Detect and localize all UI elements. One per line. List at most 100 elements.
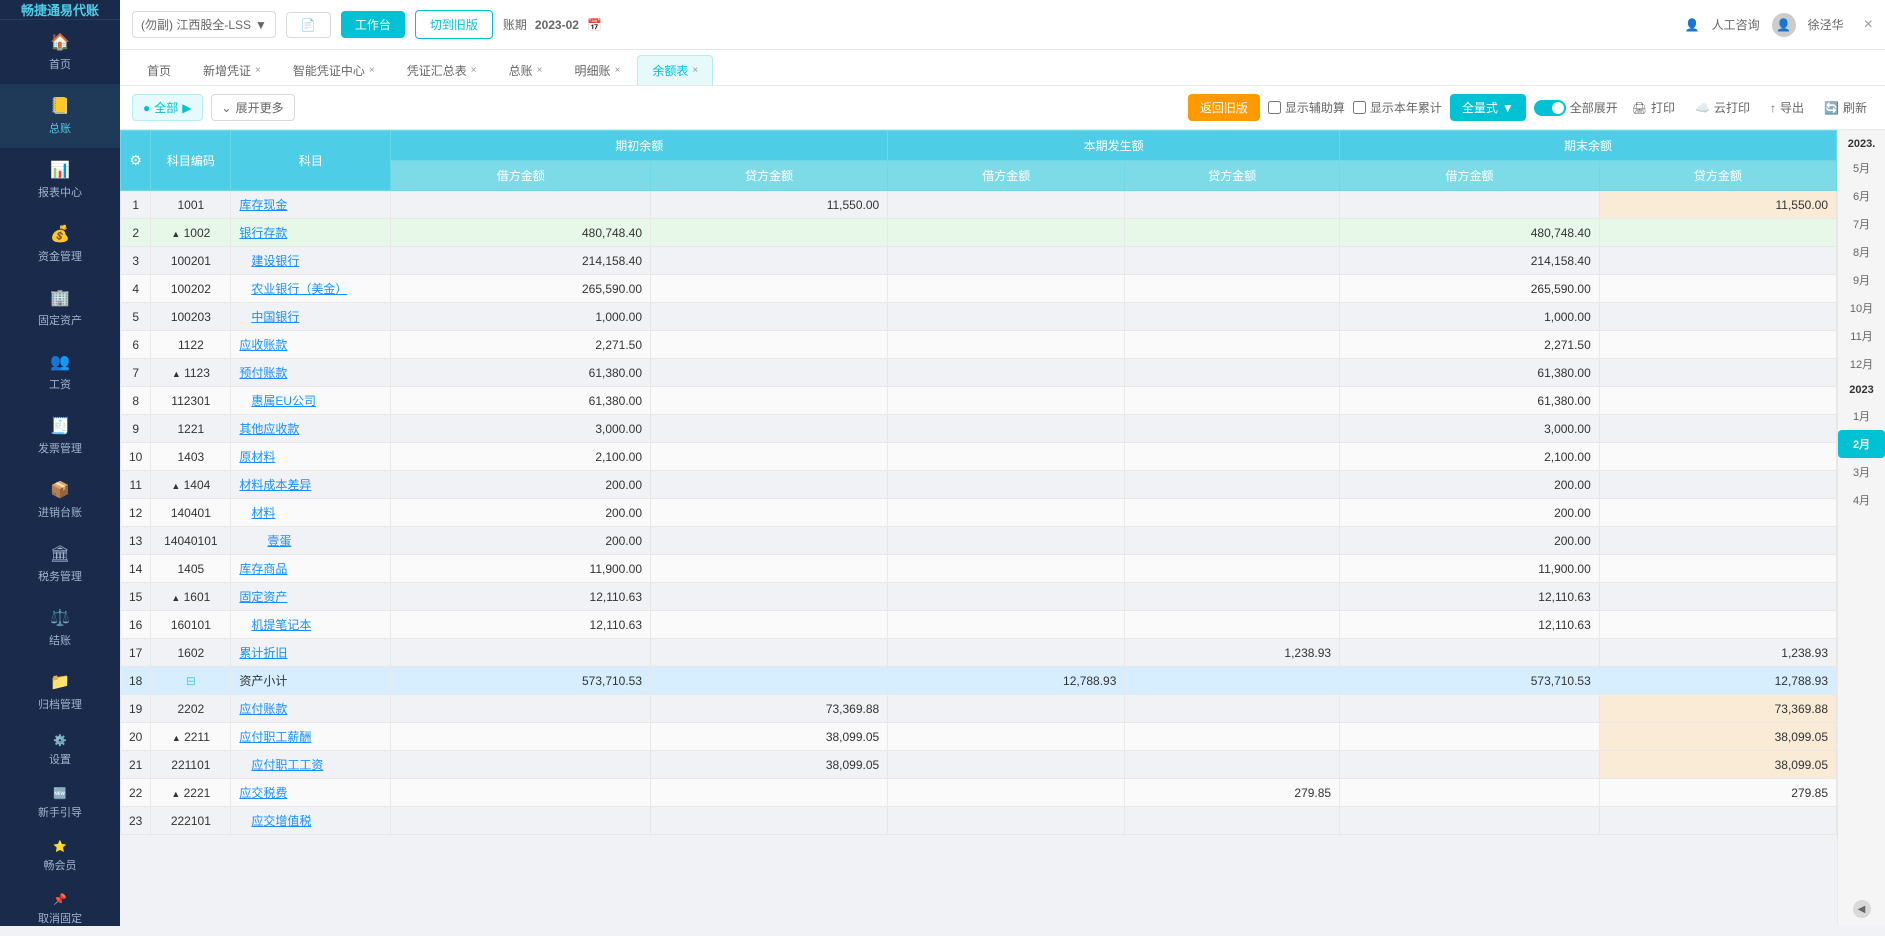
subject-link[interactable]: 应收账款 bbox=[239, 338, 287, 352]
row-name[interactable]: 农业银行（美金） bbox=[231, 275, 391, 303]
sidebar-item-invoices[interactable]: 🧾 发票管理 bbox=[0, 404, 120, 468]
tab-detail[interactable]: 明细账× bbox=[559, 55, 635, 85]
subject-link[interactable]: 机提笔记本 bbox=[251, 618, 311, 632]
tab-close-ledger[interactable]: × bbox=[537, 65, 543, 76]
row-name[interactable]: 库存商品 bbox=[231, 555, 391, 583]
doc-button[interactable]: 📄 bbox=[286, 12, 331, 38]
tab-smart-verify[interactable]: 智能凭证中心× bbox=[278, 55, 390, 85]
right-month-4[interactable]: 4月 bbox=[1838, 486, 1885, 514]
subject-link[interactable]: 库存现金 bbox=[239, 198, 287, 212]
row-name[interactable]: 应交增值税 bbox=[231, 807, 391, 835]
row-name[interactable]: 材料 bbox=[231, 499, 391, 527]
sidebar-item-purchase[interactable]: 📦 进销台账 bbox=[0, 468, 120, 532]
subject-link[interactable]: 应交增值税 bbox=[251, 814, 311, 828]
tab-close-balance[interactable]: × bbox=[692, 65, 698, 76]
row-name[interactable]: 应付职工工资 bbox=[231, 751, 391, 779]
row-name[interactable]: 应交税费 bbox=[231, 779, 391, 807]
export-action[interactable]: ↑ 导出 bbox=[1764, 99, 1810, 116]
cloud-print-action[interactable]: ☁️ 云打印 bbox=[1689, 99, 1756, 116]
row-name[interactable]: 固定资产 bbox=[231, 583, 391, 611]
row-name[interactable]: 库存现金 bbox=[231, 191, 391, 219]
row-name[interactable]: 预付账款 bbox=[231, 359, 391, 387]
sidebar-item-guide[interactable]: 🆕 新手引导 bbox=[0, 777, 120, 830]
tab-close-voucher-summary[interactable]: × bbox=[471, 65, 477, 76]
subject-link[interactable]: 库存商品 bbox=[239, 562, 287, 576]
tab-balance[interactable]: 余额表× bbox=[637, 55, 713, 85]
row-name[interactable]: 应付职工薪酬 bbox=[231, 723, 391, 751]
sidebar-item-reports[interactable]: 📊 报表中心 bbox=[0, 148, 120, 212]
show-aux-checkbox[interactable]: 显示辅助算 bbox=[1268, 99, 1345, 116]
right-month-2[interactable]: 2月 bbox=[1838, 430, 1885, 458]
subject-link[interactable]: 固定资产 bbox=[239, 590, 287, 604]
tab-ledger[interactable]: 总账× bbox=[494, 55, 558, 85]
right-month-11[interactable]: 11月 bbox=[1838, 322, 1885, 350]
subject-link[interactable]: 建设银行 bbox=[251, 254, 299, 268]
sidebar-item-ledger[interactable]: 📒 总账 bbox=[0, 84, 120, 148]
gear-header[interactable]: ⚙ bbox=[121, 131, 151, 191]
sidebar-item-home[interactable]: 🏠 首页 bbox=[0, 20, 120, 84]
tab-new-voucher[interactable]: 新增凭证× bbox=[188, 55, 276, 85]
row-name[interactable]: 机提笔记本 bbox=[231, 611, 391, 639]
expand-more-btn[interactable]: ⌄ 展开更多 bbox=[211, 94, 295, 121]
refresh-action[interactable]: 🔄 刷新 bbox=[1818, 99, 1873, 116]
sidebar-item-unpin[interactable]: 📌 取消固定 bbox=[0, 883, 120, 936]
subject-link[interactable]: 预付账款 bbox=[239, 366, 287, 380]
row-name[interactable]: 壹蛋 bbox=[231, 527, 391, 555]
row-name[interactable]: 应付账款 bbox=[231, 695, 391, 723]
subject-link[interactable]: 农业银行（美金） bbox=[251, 282, 347, 296]
sidebar-item-member[interactable]: ⭐ 畅会员 bbox=[0, 830, 120, 883]
tab-home[interactable]: 首页 bbox=[132, 55, 186, 85]
subject-link[interactable]: 其他应收款 bbox=[239, 422, 299, 436]
table-scroll[interactable]: ⚙ 科目编码 科目 期初余额 本期发生额 期末余额 借方金额 贷方金额 借方金额… bbox=[120, 130, 1837, 926]
row-name[interactable]: 建设银行 bbox=[231, 247, 391, 275]
tab-close-new-voucher[interactable]: × bbox=[255, 65, 261, 76]
subject-link[interactable]: 材料成本差异 bbox=[239, 478, 311, 492]
show-aux-input[interactable] bbox=[1268, 101, 1281, 114]
subject-link[interactable]: 原材料 bbox=[239, 450, 275, 464]
right-month-12[interactable]: 12月 bbox=[1838, 350, 1885, 378]
subject-link[interactable]: 累计折旧 bbox=[239, 646, 287, 660]
topbar-close[interactable]: × bbox=[1864, 16, 1873, 34]
sidebar-item-payroll[interactable]: 👥 工资 bbox=[0, 340, 120, 404]
row-name[interactable]: 银行存款 bbox=[231, 219, 391, 247]
subject-link[interactable]: 应交税费 bbox=[239, 786, 287, 800]
filter-all-btn[interactable]: ● 全部 ▶ bbox=[132, 94, 203, 121]
right-month-7[interactable]: 7月 bbox=[1838, 210, 1885, 238]
switch-old-button[interactable]: 切到旧版 bbox=[415, 10, 493, 39]
row-name[interactable]: 惠属EU公司 bbox=[231, 387, 391, 415]
subject-link[interactable]: 银行存款 bbox=[239, 226, 287, 240]
sidebar-item-settlement[interactable]: ⚖️ 结账 bbox=[0, 596, 120, 660]
right-panel-close-btn[interactable]: ◀ bbox=[1853, 900, 1871, 918]
row-name[interactable]: 中国银行 bbox=[231, 303, 391, 331]
show-ytd-input[interactable] bbox=[1353, 101, 1366, 114]
tab-close-detail[interactable]: × bbox=[614, 65, 620, 76]
right-month-1[interactable]: 1月 bbox=[1838, 402, 1885, 430]
back-old-btn[interactable]: 返回旧版 bbox=[1188, 94, 1260, 121]
sidebar-item-settings[interactable]: ⚙️ 设置 bbox=[0, 724, 120, 777]
show-ytd-checkbox[interactable]: 显示本年累计 bbox=[1353, 99, 1442, 116]
row-name[interactable]: 累计折旧 bbox=[231, 639, 391, 667]
subject-link[interactable]: 壹蛋 bbox=[267, 534, 291, 548]
row-name[interactable]: 材料成本差异 bbox=[231, 471, 391, 499]
calendar-icon[interactable]: 📅 bbox=[587, 18, 602, 32]
sidebar-item-archive[interactable]: 📁 归档管理 bbox=[0, 660, 120, 724]
print-action[interactable]: 🖨 打印 bbox=[1626, 99, 1681, 116]
subject-link[interactable]: 中国银行 bbox=[251, 310, 299, 324]
expand-all-toggle[interactable]: 全部展开 bbox=[1534, 99, 1618, 116]
subject-link[interactable]: 惠属EU公司 bbox=[251, 394, 316, 408]
right-month-10[interactable]: 10月 bbox=[1838, 294, 1885, 322]
right-month-6[interactable]: 6月 bbox=[1838, 182, 1885, 210]
subject-link[interactable]: 应付账款 bbox=[239, 702, 287, 716]
right-month-9[interactable]: 9月 bbox=[1838, 266, 1885, 294]
subject-link[interactable]: 应付职工工资 bbox=[251, 758, 323, 772]
right-month-3[interactable]: 3月 bbox=[1838, 458, 1885, 486]
subject-link[interactable]: 材料 bbox=[251, 506, 275, 520]
workspace-button[interactable]: 工作台 bbox=[341, 11, 405, 38]
subject-link[interactable]: 应付职工薪酬 bbox=[239, 730, 311, 744]
sidebar-item-tax[interactable]: 🏛 税务管理 bbox=[0, 532, 120, 596]
row-name[interactable]: 原材料 bbox=[231, 443, 391, 471]
sidebar-item-assets[interactable]: 🏢 固定资产 bbox=[0, 276, 120, 340]
company-selector[interactable]: (勿副) 江西股全-LSS ▼ bbox=[132, 11, 276, 38]
right-month-8[interactable]: 8月 bbox=[1838, 238, 1885, 266]
full-mode-btn[interactable]: 全量式 ▼ bbox=[1450, 94, 1526, 121]
